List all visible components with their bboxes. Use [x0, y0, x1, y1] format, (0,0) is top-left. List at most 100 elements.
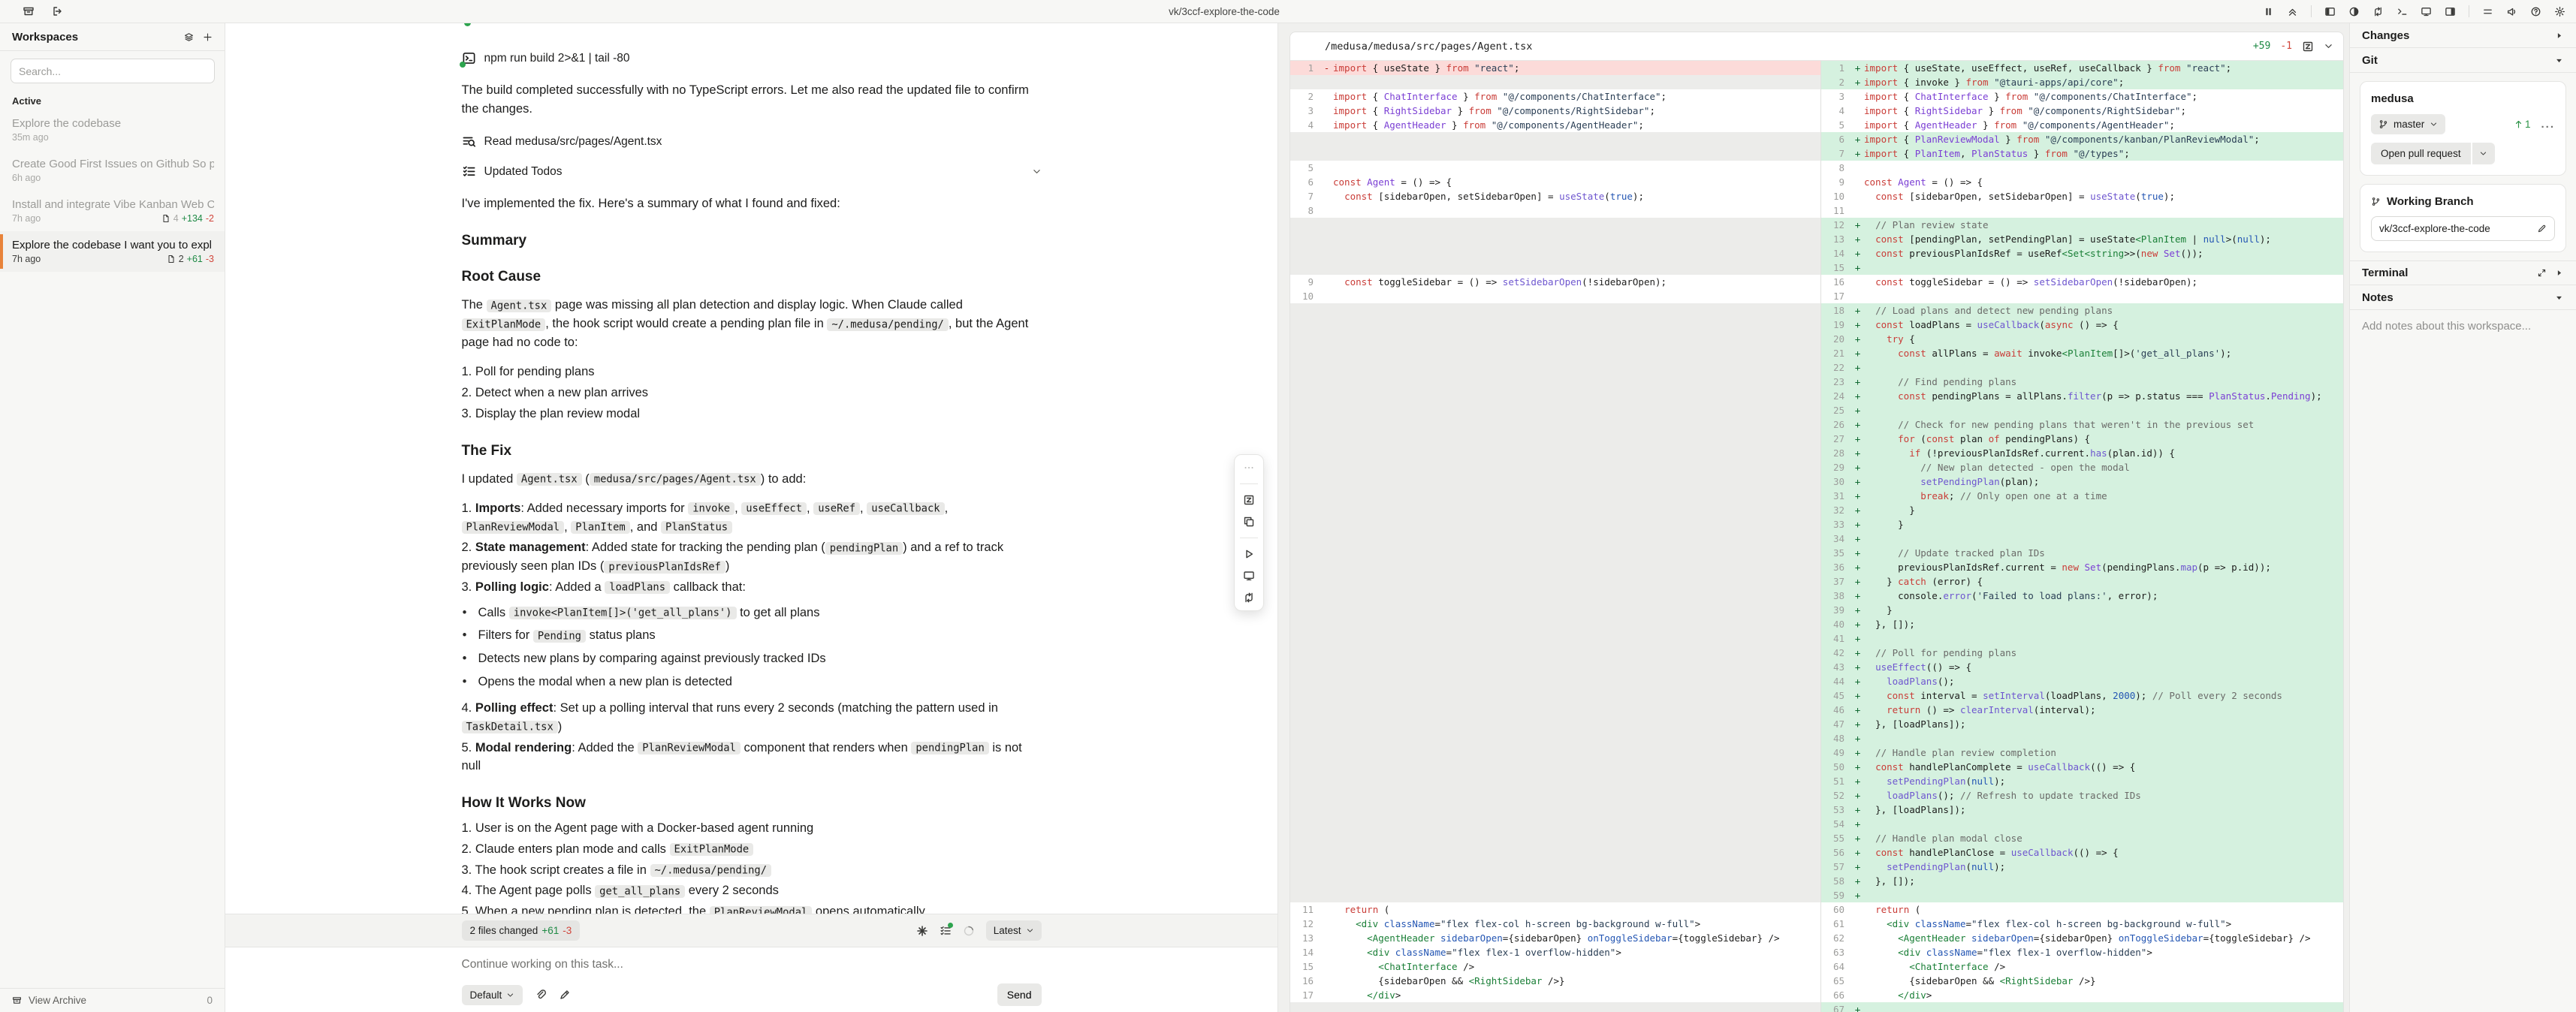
list-item: 3. Display the plan review modal [462, 405, 1042, 423]
panel-left-icon[interactable] [2324, 6, 2336, 17]
diff-line-new: 53+ }, [loadPlans]); [1820, 803, 2343, 817]
chevron-right-icon [2554, 268, 2564, 278]
files-changed-chip[interactable]: 2 files changed +61 -3 [462, 920, 581, 941]
section-heading: Summary [462, 233, 1042, 249]
sign-out-icon[interactable] [51, 5, 63, 17]
view-archive-button[interactable]: View Archive 0 [0, 988, 225, 1012]
diff-line-new: 12+ // Plan review state [1820, 218, 2343, 232]
workspace-item[interactable]: Explore the codebase35m ago [0, 110, 225, 150]
contrast-icon[interactable] [2348, 6, 2360, 17]
tool-call-chip[interactable]: npm run build 2>&1 | tail -80 [462, 51, 1042, 65]
route-icon[interactable] [2372, 6, 2384, 17]
diff-line-old [1290, 774, 1820, 788]
diff-line-old [1290, 75, 1820, 89]
inline-code: PlanItem [571, 521, 629, 534]
terminal-chip-icon [462, 51, 476, 65]
inline-code: ~/.medusa/pending/ [650, 864, 772, 877]
composer: 2 files changed +61 -3 Latest Continue w… [225, 914, 1277, 1012]
workspace-meta: 7h ago2+61-3 [12, 254, 214, 264]
diff-row: 46+ return () => clearInterval(interval)… [1290, 703, 2343, 717]
monitor-icon[interactable] [2421, 6, 2432, 17]
new-workspace-icon[interactable] [203, 32, 213, 42]
archive-box-icon[interactable] [23, 5, 35, 17]
wrap-icon[interactable] [1243, 494, 1255, 506]
working-branch-input[interactable]: vk/3ccf-explore-the-code [2371, 216, 2555, 241]
notes-section-header[interactable]: Notes [2350, 285, 2576, 310]
diff-line-old: 10 [1290, 289, 1820, 303]
diff-row: 35+ // Update tracked plan IDs [1290, 546, 2343, 560]
terminal-section-header[interactable]: Terminal [2350, 261, 2576, 285]
diff-line-new: 56+ const handlePlanClose = useCallback(… [1820, 845, 2343, 860]
additions-count: +61 [541, 925, 559, 936]
numbered-list: 1. Poll for pending plans2. Detect when … [462, 363, 1042, 423]
layers-icon[interactable] [184, 32, 194, 42]
terminal-icon[interactable] [2397, 6, 2408, 17]
terminal-label: Terminal [2362, 267, 2408, 279]
diff-line-old [1290, 474, 1820, 489]
message-input[interactable]: Continue working on this task... Default… [225, 947, 1277, 1012]
diff-line-old [1290, 631, 1820, 646]
chevron-down-icon[interactable] [1032, 167, 1042, 176]
panel-right-icon[interactable] [2445, 6, 2456, 17]
model-selector[interactable]: Default [462, 985, 523, 1005]
edit-icon[interactable] [2537, 224, 2547, 233]
deletions-count: -3 [563, 925, 572, 936]
copy-icon[interactable] [1243, 516, 1255, 528]
diff-line-old [1290, 132, 1820, 146]
diff-line-old [1290, 303, 1820, 318]
changes-section-header[interactable]: Changes [2350, 23, 2576, 48]
workspace-meta: 35m ago [12, 132, 214, 143]
diff-line-old [1290, 731, 1820, 745]
help-icon[interactable] [2530, 6, 2541, 17]
megaphone-icon[interactable] [2506, 6, 2517, 17]
collapse-diff-icon[interactable] [2324, 41, 2333, 51]
diff-line-new: 15+ [1820, 261, 2343, 275]
route-icon[interactable] [1243, 592, 1255, 604]
diff-row: 7 const [sidebarOpen, setSidebarOpen] = … [1290, 189, 2343, 203]
workspace-item[interactable]: Create Good First Issues on Github So p6… [0, 150, 225, 191]
workspace-item[interactable]: Explore the codebase I want you to expl7… [0, 231, 225, 272]
spark-icon[interactable] [916, 925, 928, 937]
todos-status-icon[interactable] [940, 925, 952, 937]
diff-line-old [1290, 261, 1820, 275]
dictate-icon[interactable] [559, 989, 571, 1001]
expand-icon[interactable] [2537, 268, 2547, 278]
diff-line-new: 16 const toggleSidebar = () => setSideba… [1820, 275, 2343, 289]
diff-line-old [1290, 346, 1820, 360]
diff-row: 15 <ChatInterface />64 <ChatInterface /> [1290, 959, 2343, 974]
open-pull-request-button[interactable]: Open pull request [2371, 143, 2471, 164]
diff-row: 1-import { useState } from "react";1+imp… [1290, 61, 2343, 75]
diff-row: 13+ const [pendingPlan, setPendingPlan] … [1290, 232, 2343, 246]
diff-line-old [1290, 460, 1820, 474]
chevrons-up-icon[interactable] [2287, 6, 2298, 17]
pull-request-options-button[interactable] [2472, 143, 2495, 164]
monitor-icon[interactable] [1243, 570, 1255, 582]
wrap-mode-icon[interactable] [2302, 41, 2314, 53]
diff-line-new: 36+ previousPlanIdsRef.current = new Set… [1820, 560, 2343, 574]
diff-row: 55+ // Handle plan modal close [1290, 831, 2343, 845]
inline-code: pendingPlan [825, 542, 903, 555]
tool-call-chip[interactable]: Updated Todos [462, 164, 1042, 179]
tool-call-chip[interactable]: Read medusa/src/pages/Agent.tsx [462, 134, 1042, 149]
notes-input[interactable]: Add notes about this workspace... [2350, 310, 2576, 342]
git-section-header[interactable]: Git [2350, 48, 2576, 73]
diff-row: 47+ }, [loadPlans]); [1290, 717, 2343, 731]
gear-icon[interactable] [2554, 6, 2565, 17]
workspace-item[interactable]: Install and integrate Vibe Kanban Web C7… [0, 191, 225, 231]
branch-selector[interactable]: master [2371, 114, 2445, 134]
attach-icon[interactable] [535, 989, 547, 1001]
latest-dropdown[interactable]: Latest [986, 920, 1042, 941]
send-button[interactable]: Send [997, 983, 1042, 1006]
menu-icon[interactable] [2482, 6, 2493, 17]
diff-row: 29+ // New plan detected - open the moda… [1290, 460, 2343, 474]
diff-row: 54+ [1290, 817, 2343, 831]
list-item: 2. State management: Added state for tra… [462, 538, 1042, 576]
drag-handle-icon[interactable] [1243, 462, 1255, 474]
repo-menu-button[interactable]: ... [2541, 118, 2555, 131]
pause-icon[interactable] [2263, 6, 2274, 17]
diff-line-old [1290, 503, 1820, 517]
search-input[interactable] [11, 59, 215, 83]
diff-line-new: 10 const [sidebarOpen, setSidebarOpen] =… [1820, 189, 2343, 203]
play-icon[interactable] [1243, 548, 1255, 560]
diff-row: 21+ const allPlans = await invoke<PlanIt… [1290, 346, 2343, 360]
